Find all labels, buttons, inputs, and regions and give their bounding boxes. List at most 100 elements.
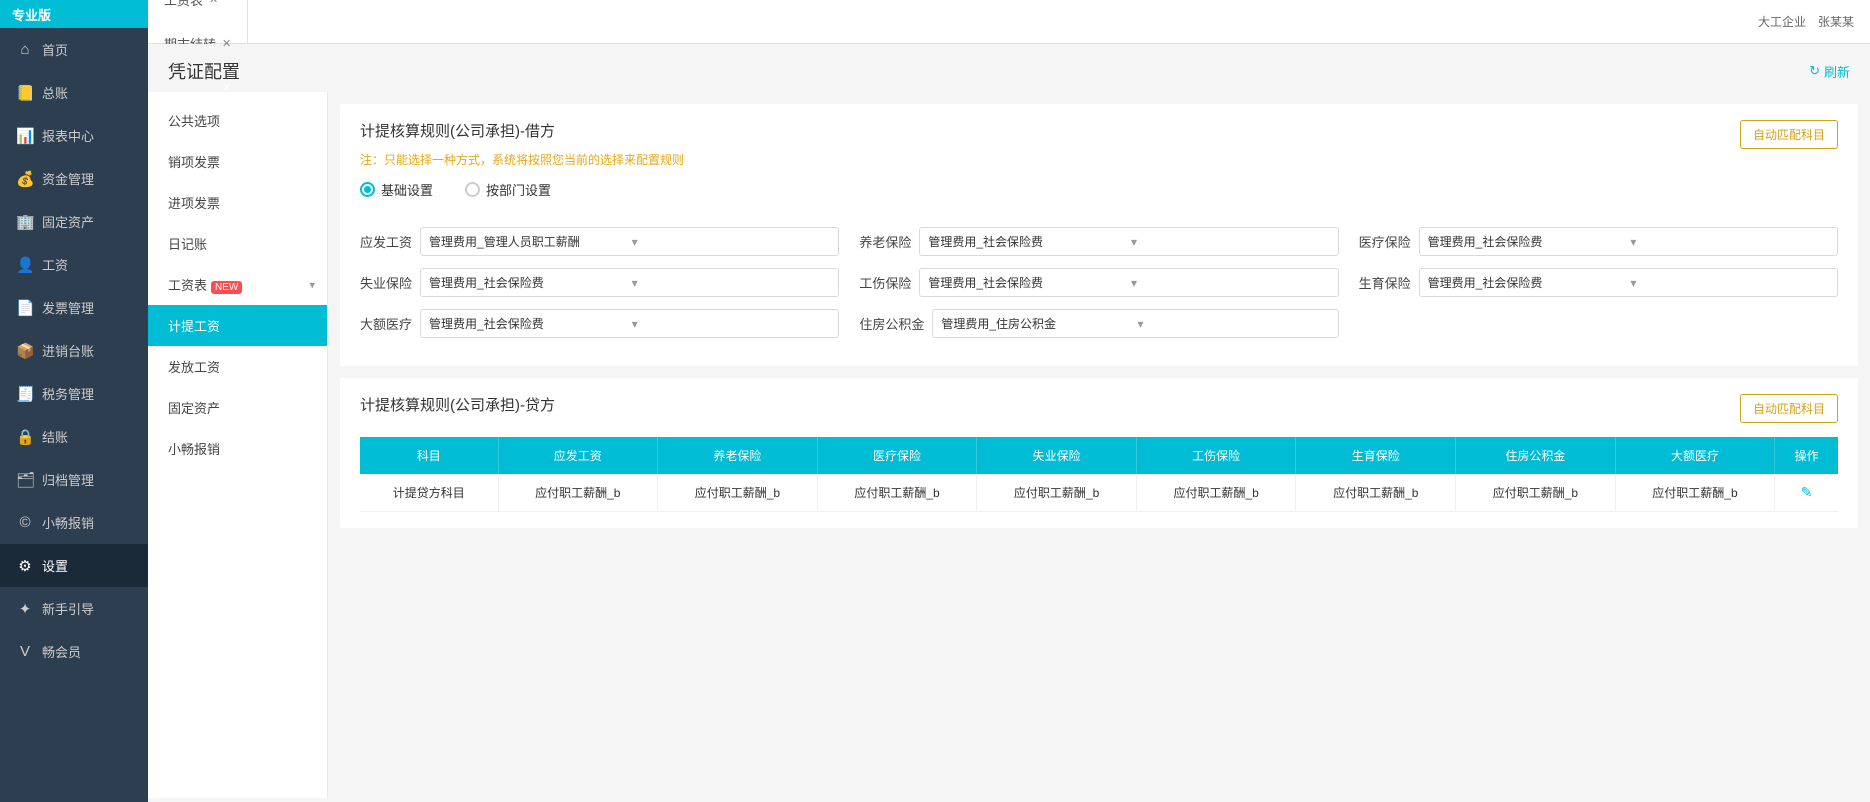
form-select-value-1-0: 管理费用_社会保险费 (429, 274, 628, 291)
credit-auto-match-button[interactable]: 自动匹配科目 (1740, 394, 1838, 423)
sidebar-item-assets[interactable]: 🏢固定资产 (0, 200, 148, 243)
sidebar-icon-guide: ✦ (16, 600, 34, 618)
sidebar-item-member[interactable]: V 畅会员 (0, 630, 148, 673)
tab-close-period-close[interactable]: ✕ (222, 37, 231, 50)
edit-icon-0[interactable]: ✎ (1801, 484, 1813, 500)
debit-auto-match-button[interactable]: 自动匹配科目 (1740, 120, 1838, 149)
user-label: 张某某 (1818, 13, 1854, 30)
sidebar-item-guide[interactable]: ✦新手引导 (0, 587, 148, 630)
form-label-1-0: 失业保险 (360, 273, 412, 292)
refresh-label: 刷新 (1824, 62, 1850, 81)
select-arrow-0-0: ▾ (632, 235, 831, 249)
form-select-2-1[interactable]: 管理费用_住房公积金 ▾ (932, 309, 1338, 338)
credit-table-header-0: 科目 (360, 437, 498, 474)
credit-row-col-0-6: 应付职工薪酬_b (1456, 474, 1616, 512)
sidebar-icon-settings: ⚙ (16, 557, 34, 575)
left-nav-journal[interactable]: 日记账 (148, 223, 327, 264)
radio-dept[interactable]: 按部门设置 (465, 180, 551, 199)
sidebar-item-home[interactable]: ⌂ 首页 (0, 28, 148, 71)
form-select-0-1[interactable]: 管理费用_社会保险费 ▾ (919, 227, 1338, 256)
form-select-value-0-2: 管理费用_社会保险费 (1428, 233, 1627, 250)
form-select-0-2[interactable]: 管理费用_社会保险费 ▾ (1419, 227, 1838, 256)
left-nav-sales-invoice[interactable]: 销项发票 (148, 141, 327, 182)
sidebar-item-funds[interactable]: 💰 资金管理 (0, 157, 148, 200)
tab-close-payroll[interactable]: ✕ (209, 0, 218, 6)
left-nav-label-purchase-invoice: 进项发票 (168, 196, 220, 211)
sidebar-icon-salary: 👤 (16, 256, 34, 274)
sidebar-item-ledger[interactable]: 📒 总账 (0, 71, 148, 114)
topbar-right: 大工企业 张某某 (1758, 13, 1870, 30)
sidebar-icon-expense: © (16, 514, 34, 531)
sidebar-label-stock: 进销台账 (42, 341, 94, 360)
credit-table-header-1: 应发工资 (498, 437, 658, 474)
credit-table-header-5: 工伤保险 (1136, 437, 1296, 474)
left-nav-payroll-table[interactable]: 工资表NEW▾ (148, 264, 327, 305)
sidebar-label-archive: 归档管理 (42, 470, 94, 489)
sidebar-label-settings: 设置 (42, 556, 68, 575)
form-empty-2-2 (1359, 309, 1838, 338)
sidebar-item-archive[interactable]: 🗂归档管理 (0, 458, 148, 501)
left-nav-fixed-assets[interactable]: 固定资产 (148, 387, 327, 428)
sidebar-icon-ledger: 📒 (16, 84, 34, 102)
left-nav-label-sales-invoice: 销项发票 (168, 155, 220, 170)
form-item-1-2: 生育保险 管理费用_社会保险费 ▾ (1359, 268, 1838, 297)
select-arrow-2-0: ▾ (632, 317, 831, 331)
debit-form-row-0: 应发工资 管理费用_管理人员职工薪酬 ▾ 养老保险 管理费用_社会保险费 ▾ 医… (360, 227, 1838, 256)
left-nav-label-fixed-assets: 固定资产 (168, 401, 220, 416)
credit-row-col-0-2: 应付职工薪酬_b (817, 474, 977, 512)
refresh-button[interactable]: ↻ 刷新 (1809, 62, 1850, 81)
form-select-value-2-1: 管理费用_住房公积金 (941, 315, 1133, 332)
form-select-value-0-0: 管理费用_管理人员职工薪酬 (429, 233, 628, 250)
sidebar-label-salary: 工资 (42, 255, 68, 274)
credit-table-header-8: 大额医疗 (1615, 437, 1775, 474)
left-nav-pay-salary[interactable]: 发放工资 (148, 346, 327, 387)
sidebar-item-salary[interactable]: 👤 工资 (0, 243, 148, 286)
sidebar-item-closing[interactable]: 🔒结账 (0, 415, 148, 458)
form-label-2-1: 住房公积金 (859, 314, 924, 333)
sidebar-item-stock[interactable]: 📦进销台账 (0, 329, 148, 372)
form-select-0-0[interactable]: 管理费用_管理人员职工薪酬 ▾ (420, 227, 839, 256)
form-select-value-1-1: 管理费用_社会保险费 (928, 274, 1127, 291)
sidebar-item-reports[interactable]: 📊报表中心 (0, 114, 148, 157)
tab-payroll[interactable]: 工资表✕ (148, 0, 248, 22)
form-select-2-0[interactable]: 管理费用_社会保险费 ▾ (420, 309, 839, 338)
form-select-1-0[interactable]: 管理费用_社会保险费 ▾ (420, 268, 839, 297)
sidebar-item-expense[interactable]: ©小畅报销 (0, 501, 148, 544)
radio-basic-circle (360, 182, 375, 197)
radio-basic[interactable]: 基础设置 (360, 180, 433, 199)
form-label-0-1: 养老保险 (859, 232, 911, 251)
sidebar-label-home: 首页 (42, 40, 68, 59)
enterprise-label: 大工企业 (1758, 13, 1806, 30)
table-row: 计提贷方科目应付职工薪酬_b应付职工薪酬_b应付职工薪酬_b应付职工薪酬_b应付… (360, 474, 1838, 512)
page-content: 凭证配置 ↻ 刷新 公共选项销项发票进项发票日记账工资表NEW▾计提工资发放工资… (148, 44, 1870, 802)
sidebar-icon-funds: 💰 (16, 170, 34, 188)
form-item-2-0: 大额医疗 管理费用_社会保险费 ▾ (360, 309, 839, 338)
form-select-1-2[interactable]: 管理费用_社会保险费 ▾ (1419, 268, 1838, 297)
credit-row-col-0-7: 应付职工薪酬_b (1615, 474, 1775, 512)
sidebar-label-reports: 报表中心 (42, 126, 94, 145)
left-nav-public[interactable]: 公共选项 (148, 100, 327, 141)
sidebar-item-settings[interactable]: ⚙ 设置 (0, 544, 148, 587)
credit-section-header: 计提核算规则(公司承担)-贷方 自动匹配科目 (360, 394, 1838, 425)
credit-section-title: 计提核算规则(公司承担)-贷方 (360, 394, 555, 415)
credit-table-header-9: 操作 (1775, 437, 1838, 474)
sidebar-label-funds: 资金管理 (42, 169, 94, 188)
sidebar-icon-home: ⌂ (16, 41, 34, 58)
tab-close-voucher-config[interactable]: ✕ (222, 81, 231, 94)
sidebar-label-ledger: 总账 (42, 83, 68, 102)
main-area: 首页工资表✕期末结转✕凭证配置✕ 大工企业 张某某 凭证配置 ↻ 刷新 公共选项… (148, 0, 1870, 802)
new-badge-payroll-table: NEW (211, 281, 242, 294)
left-nav-purchase-invoice[interactable]: 进项发票 (148, 182, 327, 223)
left-nav-provision[interactable]: 计提工资 (148, 305, 327, 346)
sidebar-icon-member: V (16, 643, 34, 660)
form-item-0-2: 医疗保险 管理费用_社会保险费 ▾ (1359, 227, 1838, 256)
sidebar-item-tax[interactable]: 🧾税务管理 (0, 372, 148, 415)
debit-section-left: 计提核算规则(公司承担)-借方 注：只能选择一种方式，系统将按照您当前的选择来配… (360, 120, 684, 215)
credit-table-header-4: 失业保险 (977, 437, 1137, 474)
left-nav-small-expense[interactable]: 小畅报销 (148, 428, 327, 469)
sidebar-item-invoice[interactable]: 📄发票管理 (0, 286, 148, 329)
form-select-value-1-2: 管理费用_社会保险费 (1428, 274, 1627, 291)
sidebar-label-member: 畅会员 (42, 642, 81, 661)
form-item-0-1: 养老保险 管理费用_社会保险费 ▾ (859, 227, 1338, 256)
form-select-1-1[interactable]: 管理费用_社会保险费 ▾ (919, 268, 1338, 297)
